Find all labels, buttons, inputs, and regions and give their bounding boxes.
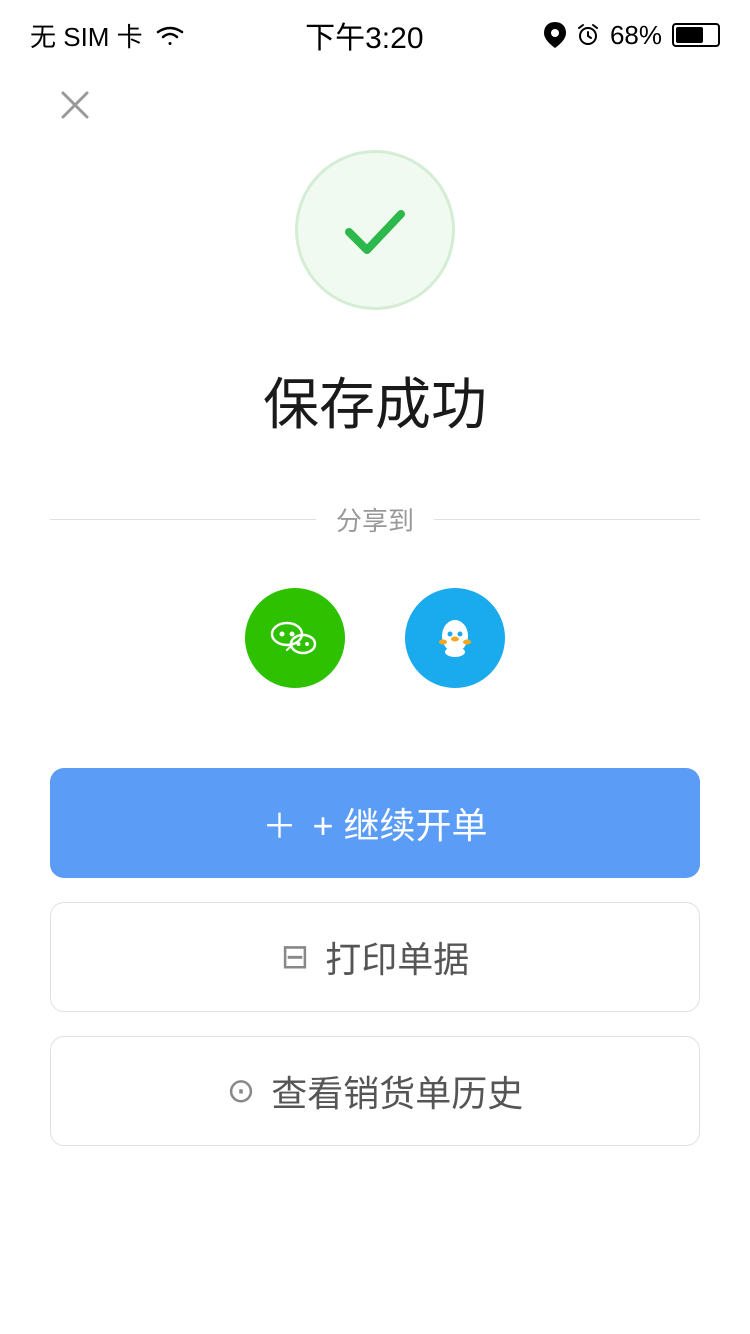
share-icons-container [245,588,505,688]
continue-order-label: + 继续开单 [312,797,487,849]
main-content: 保存成功 分享到 [0,70,750,1146]
success-icon-circle [295,150,455,310]
battery-text: 68% [610,20,662,51]
history-button[interactable]: ⊙ 查看销货单历史 [50,1036,700,1146]
wechat-share-button[interactable] [245,588,345,688]
close-button[interactable] [50,80,100,130]
divider-line-left [50,519,316,520]
clock-icon: ⊙ [227,1071,256,1111]
status-bar: 无 SIM 卡 下午3:20 68% [0,0,750,70]
wifi-icon [155,24,185,46]
share-divider: 分享到 [50,501,700,538]
qq-icon [425,608,485,668]
share-divider-text: 分享到 [336,501,414,538]
print-button[interactable]: ⊟ 打印单据 [50,902,700,1012]
status-left: 无 SIM 卡 [30,17,185,54]
close-icon [57,87,93,123]
status-right: 68% [544,20,720,51]
alarm-icon [576,23,600,47]
history-label: 查看销货单历史 [271,1065,523,1117]
checkmark-icon [335,190,415,270]
wechat-icon [265,608,325,668]
battery-icon [672,23,720,47]
success-title: 保存成功 [263,360,487,441]
qq-share-button[interactable] [405,588,505,688]
print-label: 打印单据 [325,931,469,983]
status-time: 下午3:20 [305,13,423,57]
carrier-text: 无 SIM 卡 [30,17,143,54]
divider-line-right [434,519,700,520]
plus-icon: ＋ [262,799,296,848]
action-buttons: ＋ + 继续开单 ⊟ 打印单据 ⊙ 查看销货单历史 [50,768,700,1146]
continue-order-button[interactable]: ＋ + 继续开单 [50,768,700,878]
print-icon: ⊟ [281,937,310,977]
location-icon [544,22,566,48]
